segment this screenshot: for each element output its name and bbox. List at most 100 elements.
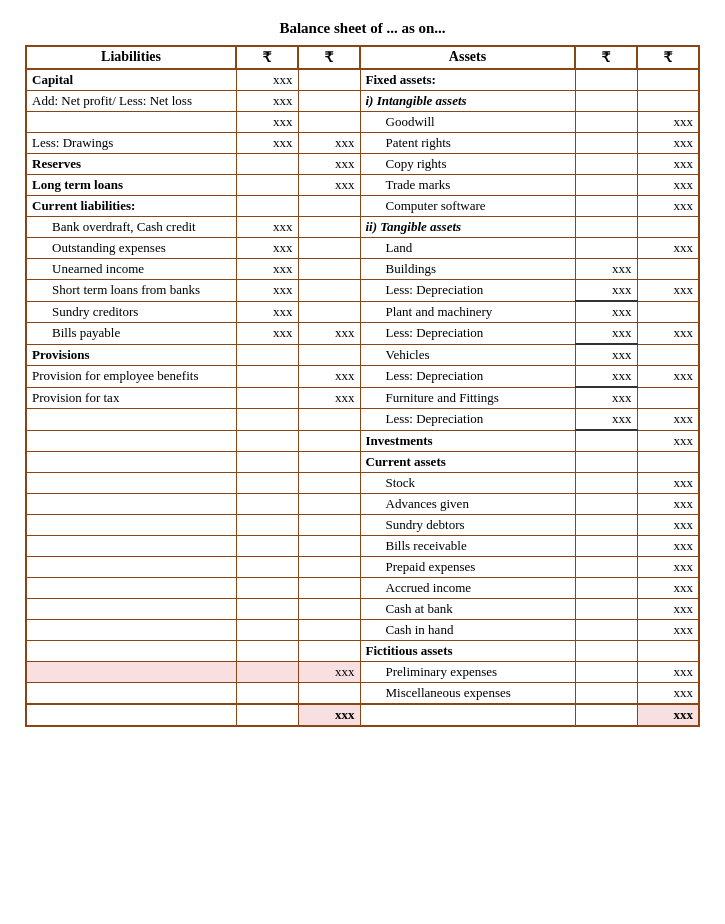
asset-amt2 [637, 217, 699, 238]
liabilities-header: Liabilities [26, 46, 236, 69]
liability-label: Unearned income [26, 259, 236, 280]
table-row: Provision for taxxxxFurniture and Fittin… [26, 387, 699, 409]
asset-amt2: xxx [637, 280, 699, 302]
asset-amt1: xxx [575, 301, 637, 323]
liability-amt1 [236, 556, 298, 577]
asset-amt2 [637, 387, 699, 409]
asset-amt1 [575, 472, 637, 493]
asset-amt1 [575, 133, 637, 154]
asset-amt2: xxx [637, 661, 699, 682]
assets-header: Assets [360, 46, 575, 69]
table-row: Bills payablexxxxxxLess: Depreciationxxx… [26, 323, 699, 345]
liability-label [26, 640, 236, 661]
asset-amt1 [575, 217, 637, 238]
liability-amt2 [298, 514, 360, 535]
table-row: Cash in handxxx [26, 619, 699, 640]
asset-amt1 [575, 451, 637, 472]
liability-amt1 [236, 472, 298, 493]
total-liab-amt2: xxx [298, 704, 360, 726]
asset-label: Trade marks [360, 175, 575, 196]
liability-label: Provision for tax [26, 387, 236, 409]
liability-amt1 [236, 514, 298, 535]
liability-amt1 [236, 535, 298, 556]
liability-amt2 [298, 577, 360, 598]
asset-amt2: xxx [637, 154, 699, 175]
asset-label: Furniture and Fittings [360, 387, 575, 409]
liability-amt1 [236, 451, 298, 472]
table-row: Sundry debtorsxxx [26, 514, 699, 535]
asset-amt1 [575, 661, 637, 682]
asset-amt1 [575, 69, 637, 91]
table-row: Bills receivablexxx [26, 535, 699, 556]
asset-label: Less: Depreciation [360, 280, 575, 302]
asset-amt1 [575, 91, 637, 112]
asset-label: Copy rights [360, 154, 575, 175]
liability-amt1: xxx [236, 217, 298, 238]
liability-label: Reserves [26, 154, 236, 175]
table-row: Long term loansxxxTrade marksxxx [26, 175, 699, 196]
asset-amt2: xxx [637, 535, 699, 556]
asset-amt2: xxx [637, 514, 699, 535]
asset-amt2 [637, 259, 699, 280]
liability-amt2 [298, 451, 360, 472]
asset-amt2 [637, 69, 699, 91]
asset-amt2 [637, 451, 699, 472]
rupee-header-1: ₹ [236, 46, 298, 69]
liability-amt1 [236, 682, 298, 704]
liability-amt1 [236, 175, 298, 196]
asset-amt1: xxx [575, 344, 637, 366]
liability-amt2 [298, 598, 360, 619]
asset-label: Miscellaneous expenses [360, 682, 575, 704]
total-asset-label [360, 704, 575, 726]
table-row: xxxGoodwillxxx [26, 112, 699, 133]
liability-amt1 [236, 409, 298, 431]
liability-amt2 [298, 91, 360, 112]
table-row: Advances givenxxx [26, 493, 699, 514]
asset-amt1 [575, 154, 637, 175]
liability-label [26, 430, 236, 451]
table-row: Less: Depreciationxxxxxx [26, 409, 699, 431]
asset-amt2: xxx [637, 238, 699, 259]
asset-amt1 [575, 682, 637, 704]
liability-amt2 [298, 640, 360, 661]
total-asset-amt1 [575, 704, 637, 726]
liability-amt1 [236, 430, 298, 451]
liability-amt2 [298, 344, 360, 366]
table-row: Current assets [26, 451, 699, 472]
table-row: Prepaid expensesxxx [26, 556, 699, 577]
asset-label: ii) Tangible assets [360, 217, 575, 238]
liability-label: Less: Drawings [26, 133, 236, 154]
asset-amt1 [575, 430, 637, 451]
asset-label: i) Intangible assets [360, 91, 575, 112]
liability-amt2: xxx [298, 323, 360, 345]
asset-amt2: xxx [637, 366, 699, 388]
asset-label: Stock [360, 472, 575, 493]
page-title: Balance sheet of ... as on... [25, 20, 700, 37]
liability-label: Sundry creditors [26, 301, 236, 323]
liability-amt2 [298, 409, 360, 431]
table-row: CapitalxxxFixed assets: [26, 69, 699, 91]
liability-label: Long term loans [26, 175, 236, 196]
table-row: ReservesxxxCopy rightsxxx [26, 154, 699, 175]
liability-label: Short term loans from banks [26, 280, 236, 302]
liability-amt1 [236, 366, 298, 388]
liability-amt2 [298, 112, 360, 133]
asset-amt1 [575, 619, 637, 640]
liability-amt2 [298, 259, 360, 280]
liability-amt1 [236, 344, 298, 366]
balance-sheet-table: Liabilities ₹ ₹ Assets ₹ ₹ CapitalxxxFix… [25, 45, 700, 727]
liability-amt2: xxx [298, 366, 360, 388]
table-row: xxxPreliminary expensesxxx [26, 661, 699, 682]
liability-amt1: xxx [236, 259, 298, 280]
liability-amt2 [298, 619, 360, 640]
liability-label [26, 682, 236, 704]
asset-label: Accrued income [360, 577, 575, 598]
liability-amt2 [298, 493, 360, 514]
asset-amt2: xxx [637, 430, 699, 451]
liability-amt1 [236, 577, 298, 598]
asset-label: Goodwill [360, 112, 575, 133]
asset-label: Patent rights [360, 133, 575, 154]
liability-label: Outstanding expenses [26, 238, 236, 259]
asset-amt1 [575, 556, 637, 577]
table-row: Sundry creditorsxxxPlant and machineryxx… [26, 301, 699, 323]
